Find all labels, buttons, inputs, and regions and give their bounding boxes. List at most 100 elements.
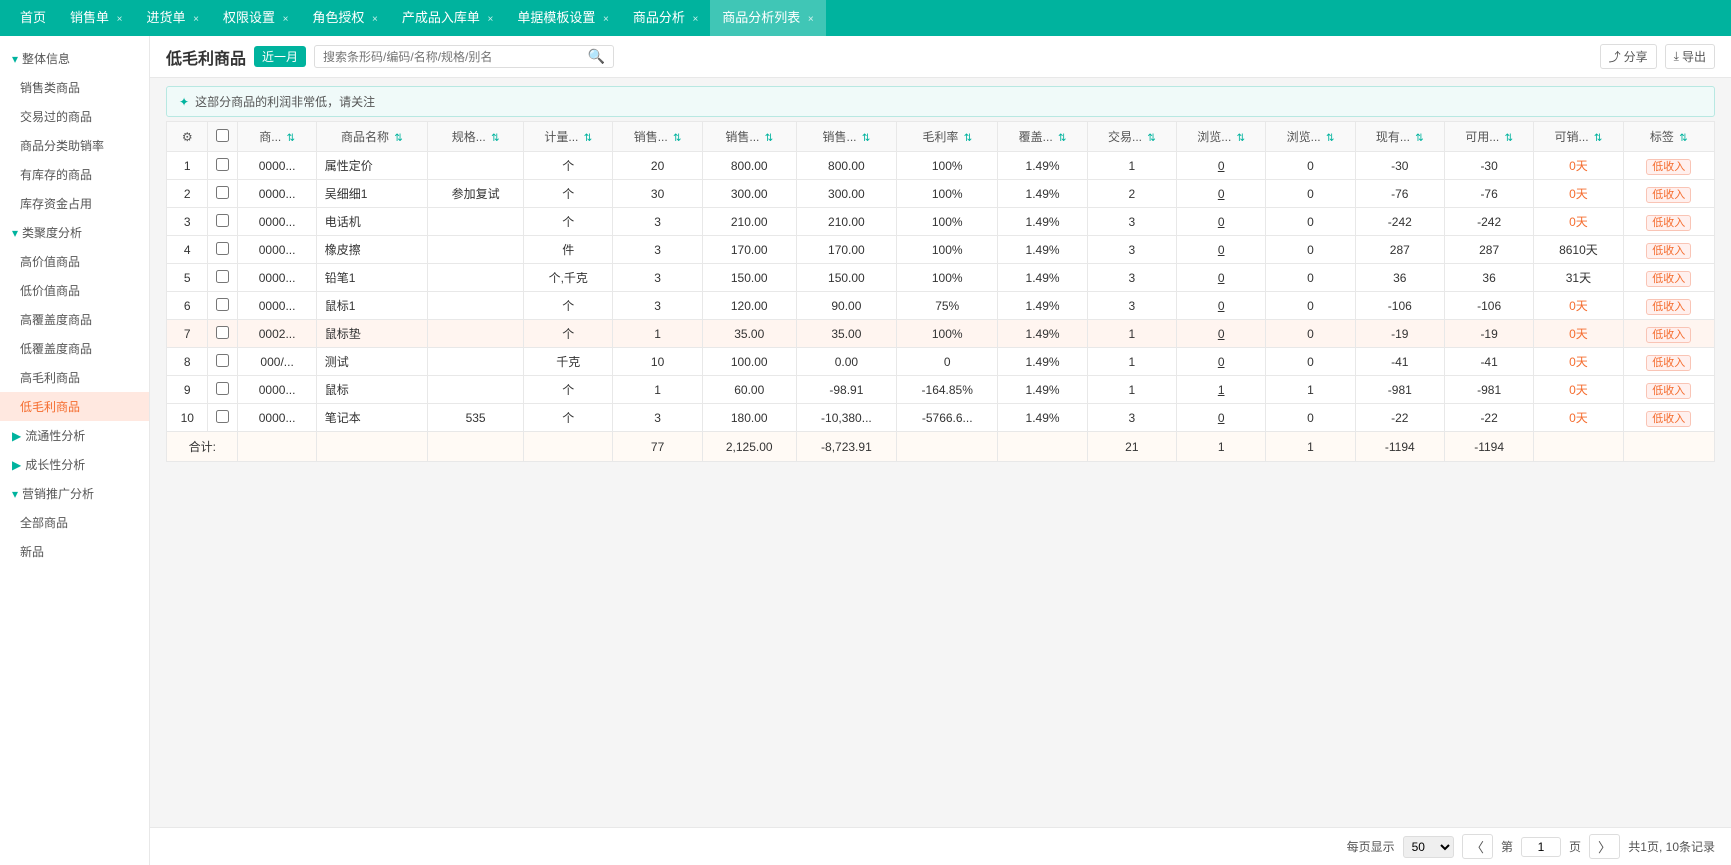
sidebar-item-in-stock[interactable]: 有库存的商品: [0, 160, 149, 189]
row-view1[interactable]: 1: [1177, 376, 1266, 404]
nav-purchase[interactable]: 进货单 ×: [134, 0, 210, 36]
row-checkbox[interactable]: [216, 382, 229, 395]
th-code[interactable]: 商... ⇅: [238, 122, 316, 152]
row-checkbox-cell[interactable]: [208, 236, 238, 264]
totals-empty-2: [316, 432, 427, 462]
row-cover: 1.49%: [998, 208, 1087, 236]
sidebar-item-sales-goods[interactable]: 销售类商品: [0, 73, 149, 102]
row-view1[interactable]: 0: [1177, 208, 1266, 236]
row-checkbox-cell[interactable]: [208, 320, 238, 348]
sidebar-item-traded-goods[interactable]: 交易过的商品: [0, 102, 149, 131]
sidebar-item-low-value[interactable]: 低价值商品: [0, 276, 149, 305]
row-view1[interactable]: 0: [1177, 236, 1266, 264]
row-view1[interactable]: 0: [1177, 320, 1266, 348]
row-checkbox-cell[interactable]: [208, 152, 238, 180]
nav-permissions[interactable]: 权限设置 ×: [211, 0, 300, 36]
th-view1[interactable]: 浏览... ⇅: [1177, 122, 1266, 152]
row-checkbox[interactable]: [216, 214, 229, 227]
th-sale-days[interactable]: 可销... ⇅: [1534, 122, 1623, 152]
sidebar-group-overview[interactable]: ▾ 整体信息: [0, 44, 149, 73]
nav-products[interactable]: 产成品入库单 ×: [390, 0, 505, 36]
sidebar-group-cluster-label: 类聚度分析: [22, 224, 82, 241]
th-tag[interactable]: 标签 ⇅: [1623, 122, 1714, 152]
th-name[interactable]: 商品名称 ⇅: [316, 122, 427, 152]
row-checkbox[interactable]: [216, 354, 229, 367]
th-trade[interactable]: 交易... ⇅: [1087, 122, 1176, 152]
sidebar-item-all-goods[interactable]: 全部商品: [0, 508, 149, 537]
sidebar-group-growth[interactable]: ▶ 成长性分析: [0, 450, 149, 479]
row-no: 6: [167, 292, 208, 320]
th-gross[interactable]: 毛利率 ⇅: [897, 122, 998, 152]
th-sales2[interactable]: 销售... ⇅: [702, 122, 796, 152]
th-sales1[interactable]: 销售... ⇅: [613, 122, 702, 152]
row-trade: 3: [1087, 264, 1176, 292]
row-checkbox[interactable]: [216, 270, 229, 283]
sidebar-item-stock-capital[interactable]: 库存资金占用: [0, 189, 149, 218]
sidebar-item-low-coverage[interactable]: 低覆盖度商品: [0, 334, 149, 363]
row-sale-days: 0天: [1534, 348, 1623, 376]
row-view1[interactable]: 0: [1177, 152, 1266, 180]
sidebar-item-high-margin[interactable]: 高毛利商品: [0, 363, 149, 392]
row-checkbox-cell[interactable]: [208, 208, 238, 236]
export-button[interactable]: ⤓ 导出: [1665, 44, 1715, 69]
search-icon[interactable]: 🔍: [588, 48, 605, 65]
search-box: 🔍: [314, 45, 614, 68]
row-checkbox-cell[interactable]: [208, 180, 238, 208]
row-checkbox[interactable]: [216, 242, 229, 255]
row-view1[interactable]: 0: [1177, 348, 1266, 376]
table-container[interactable]: ⚙ 商... ⇅ 商品名称 ⇅ 规格... ⇅ 计量... ⇅ 销售... ⇅ …: [166, 121, 1715, 827]
sidebar-group-cluster[interactable]: ▾ 类聚度分析: [0, 218, 149, 247]
share-button[interactable]: ⤴ 分享: [1600, 44, 1657, 69]
sidebar-item-high-coverage[interactable]: 高覆盖度商品: [0, 305, 149, 334]
sidebar-item-low-margin[interactable]: 低毛利商品: [0, 392, 149, 421]
th-spec[interactable]: 规格... ⇅: [428, 122, 524, 152]
row-view1[interactable]: 0: [1177, 264, 1266, 292]
nav-roles[interactable]: 角色授权 ×: [300, 0, 389, 36]
th-avail[interactable]: 可用... ⇅: [1444, 122, 1533, 152]
row-no: 7: [167, 320, 208, 348]
row-view1[interactable]: 0: [1177, 292, 1266, 320]
row-view1[interactable]: 0: [1177, 404, 1266, 432]
select-all-checkbox[interactable]: [216, 129, 229, 142]
page-input[interactable]: [1521, 837, 1561, 857]
row-code: 0002...: [238, 320, 316, 348]
th-settings[interactable]: ⚙: [167, 122, 208, 152]
row-checkbox[interactable]: [216, 326, 229, 339]
row-sale-days: 0天: [1534, 152, 1623, 180]
th-stock[interactable]: 现有... ⇅: [1355, 122, 1444, 152]
nav-templates[interactable]: 单据模板设置 ×: [505, 0, 620, 36]
th-view2[interactable]: 浏览... ⇅: [1266, 122, 1355, 152]
prev-page-button[interactable]: 〈: [1462, 834, 1493, 859]
row-checkbox[interactable]: [216, 410, 229, 423]
search-input[interactable]: [323, 50, 588, 64]
nav-home[interactable]: 首页: [8, 0, 58, 36]
row-checkbox-cell[interactable]: [208, 264, 238, 292]
next-page-button[interactable]: 〉: [1589, 834, 1620, 859]
time-badge[interactable]: 近一月: [254, 46, 306, 67]
row-checkbox-cell[interactable]: [208, 348, 238, 376]
sidebar-group-marketing[interactable]: ▾ 营销推广分析: [0, 479, 149, 508]
sidebar-item-high-value[interactable]: 高价值商品: [0, 247, 149, 276]
row-checkbox[interactable]: [216, 298, 229, 311]
row-tag: 低收入: [1623, 376, 1714, 404]
nav-sales[interactable]: 销售单 ×: [58, 0, 134, 36]
nav-analysis-list[interactable]: 商品分析列表 ×: [710, 0, 825, 36]
per-page-select[interactable]: 50 20 100: [1403, 836, 1454, 858]
totals-trade: 21: [1087, 432, 1176, 462]
sidebar: ▾ 整体信息 销售类商品 交易过的商品 商品分类助销率 有库存的商品 库存资金占…: [0, 36, 150, 865]
sidebar-item-category-rate[interactable]: 商品分类助销率: [0, 131, 149, 160]
sidebar-item-new-goods[interactable]: 新品: [0, 537, 149, 566]
th-unit[interactable]: 计量... ⇅: [524, 122, 613, 152]
row-stock: -242: [1355, 208, 1444, 236]
row-checkbox-cell[interactable]: [208, 292, 238, 320]
row-view1[interactable]: 0: [1177, 180, 1266, 208]
row-checkbox-cell[interactable]: [208, 404, 238, 432]
row-checkbox[interactable]: [216, 186, 229, 199]
nav-analysis[interactable]: 商品分析 ×: [621, 0, 710, 36]
th-checkbox[interactable]: [208, 122, 238, 152]
th-cover[interactable]: 覆盖... ⇅: [998, 122, 1087, 152]
row-checkbox[interactable]: [216, 158, 229, 171]
sidebar-group-liquidity[interactable]: ▶ 流通性分析: [0, 421, 149, 450]
th-sales3[interactable]: 销售... ⇅: [796, 122, 896, 152]
row-checkbox-cell[interactable]: [208, 376, 238, 404]
